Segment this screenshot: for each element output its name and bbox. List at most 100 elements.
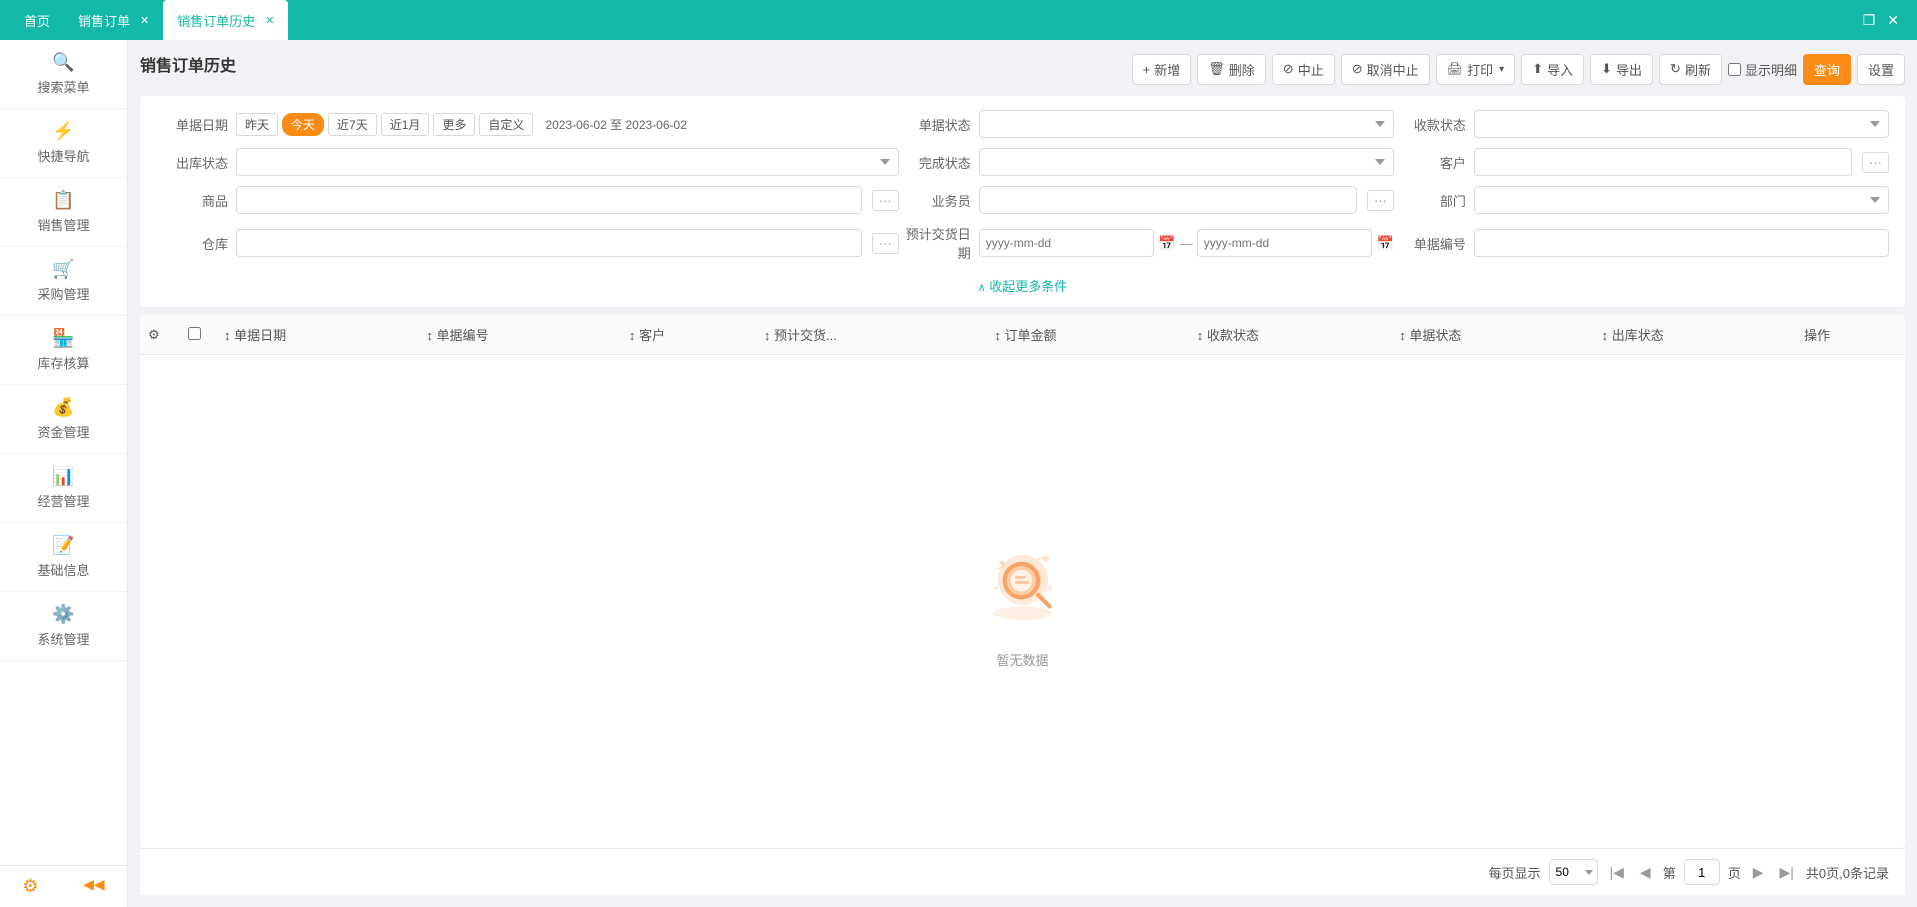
- tab-home[interactable]: 首页: [10, 0, 64, 40]
- last1month-btn[interactable]: 近1月: [381, 113, 430, 136]
- show-detail-checkbox[interactable]: 显示明细: [1728, 60, 1797, 79]
- complete-status-label: 完成状态: [899, 153, 979, 172]
- salesperson-label: 业务员: [899, 191, 979, 210]
- customer-ellipsis[interactable]: ···: [1862, 152, 1889, 173]
- th-checkbox[interactable]: [180, 315, 216, 355]
- settings-gear-icon[interactable]: ⚙: [148, 327, 160, 342]
- product-ellipsis[interactable]: ···: [872, 190, 899, 211]
- tab-sales-order-history[interactable]: 销售订单历史 ✕: [163, 0, 288, 40]
- table-area: ⚙ ↕ 单据日期 ↕ 单据编号: [140, 315, 1905, 848]
- total-text: 共0页,0条记录: [1806, 863, 1889, 882]
- order-status-control: [979, 110, 1394, 138]
- next-page-btn[interactable]: ▶: [1749, 864, 1768, 881]
- cancel-stop-icon: ⊘: [1352, 61, 1363, 77]
- basic-info-icon: 📝: [52, 535, 74, 556]
- query-button[interactable]: 查询: [1803, 54, 1851, 85]
- order-status-select[interactable]: [979, 110, 1394, 138]
- sidebar-item-sales-label: 销售管理: [37, 215, 89, 234]
- department-control: [1474, 186, 1889, 214]
- today-btn[interactable]: 今天: [282, 113, 324, 136]
- warehouse-input[interactable]: [236, 229, 862, 257]
- sidebar-item-system[interactable]: ⚙️ 系统管理: [0, 592, 127, 661]
- select-all-checkbox[interactable]: [188, 327, 201, 340]
- window-close-icon[interactable]: ✕: [1887, 12, 1899, 29]
- sidebar-item-search-menu[interactable]: 🔍 搜索菜单: [0, 40, 127, 109]
- top-bar: 首页 销售订单 ✕ 销售订单历史 ✕ ❐ ✕: [0, 0, 1917, 40]
- tab-sales-order[interactable]: 销售订单 ✕: [64, 0, 163, 40]
- calendar-to-icon[interactable]: 📅: [1376, 235, 1393, 252]
- stop-button[interactable]: ⊘ 中止: [1272, 54, 1335, 85]
- sidebar-item-system-label: 系统管理: [37, 629, 89, 648]
- calendar-from-icon[interactable]: 📅: [1158, 235, 1175, 252]
- cancel-stop-button[interactable]: ⊘ 取消中止: [1341, 54, 1430, 85]
- payment-status-control: [1474, 110, 1889, 138]
- new-icon: +: [1143, 62, 1151, 77]
- sidebar-item-finance[interactable]: 💰 资金管理: [0, 385, 127, 454]
- yesterday-btn[interactable]: 昨天: [236, 113, 278, 136]
- tab-sales-order-history-close[interactable]: ✕: [265, 14, 274, 27]
- filter-row-2: 出库状态 完成状态 客户 ···: [156, 148, 1889, 176]
- delete-button[interactable]: 🗑 删除: [1197, 54, 1266, 85]
- prev-page-btn[interactable]: ◀: [1636, 864, 1655, 881]
- main-layout: 🔍 搜索菜单 ⚡ 快捷导航 📋 销售管理 🛒 采购管理 🏪 库存核算 💰 资金管…: [0, 40, 1917, 907]
- import-icon: ⬆: [1532, 61, 1543, 77]
- product-input[interactable]: [236, 186, 862, 214]
- more-btn[interactable]: 更多: [433, 113, 475, 136]
- last7days-btn[interactable]: 近7天: [328, 113, 377, 136]
- date-btns: 昨天 今天 近7天 近1月 更多 自定义: [236, 113, 533, 136]
- settings-button[interactable]: 设置: [1857, 54, 1905, 85]
- new-button[interactable]: + 新增: [1132, 54, 1192, 85]
- order-no-input[interactable]: [1474, 229, 1889, 257]
- sidebar-item-operations[interactable]: 📊 经营管理: [0, 454, 127, 523]
- stop-icon: ⊘: [1283, 61, 1294, 77]
- first-page-btn[interactable]: |◀: [1606, 864, 1628, 881]
- complete-status-select[interactable]: [979, 148, 1394, 176]
- delete-icon: 🗑: [1208, 61, 1225, 77]
- sidebar-item-basic-info[interactable]: 📝 基础信息: [0, 523, 127, 592]
- export-button[interactable]: ⬇ 导出: [1590, 54, 1653, 85]
- toolbar: + 新增 🗑 删除 ⊘ 中止 ⊘ 取消中止 🖨 打印: [1132, 54, 1905, 85]
- refresh-button[interactable]: ↻ 刷新: [1659, 54, 1722, 85]
- sidebar-item-inventory[interactable]: 🏪 库存核算: [0, 316, 127, 385]
- last-page-btn[interactable]: ▶|: [1776, 864, 1798, 881]
- sidebar-settings-btn[interactable]: ⚙: [22, 876, 38, 897]
- warehouse-status-select[interactable]: [236, 148, 899, 176]
- th-expected-date: ↕ 预计交货...: [756, 315, 986, 355]
- salesperson-input[interactable]: [979, 186, 1357, 214]
- warehouse-status-label: 出库状态: [156, 153, 236, 172]
- customer-label: 客户: [1394, 153, 1474, 172]
- department-select[interactable]: [1474, 186, 1889, 214]
- salesperson-col: 业务员 ···: [899, 186, 1394, 214]
- tab-sales-order-close[interactable]: ✕: [140, 14, 149, 27]
- customer-input[interactable]: [1474, 148, 1852, 176]
- window-restore-icon[interactable]: ❐: [1863, 12, 1876, 29]
- show-detail-input[interactable]: [1728, 63, 1741, 76]
- import-button[interactable]: ⬆ 导入: [1521, 54, 1584, 85]
- collapse-row[interactable]: ∧ 收起更多条件: [156, 272, 1889, 303]
- warehouse-ellipsis[interactable]: ···: [872, 233, 899, 254]
- warehouse-status-control: [236, 148, 899, 176]
- page-input[interactable]: [1684, 859, 1720, 885]
- print-button[interactable]: 🖨 打印: [1436, 54, 1516, 85]
- th-order-status: ↕ 单据状态: [1391, 315, 1593, 355]
- quick-nav-icon: ⚡: [52, 121, 74, 142]
- th-actions: 操作: [1796, 315, 1905, 355]
- refresh-icon: ↻: [1670, 61, 1681, 77]
- header-toolbar-row: 销售订单历史 + 新增 🗑 删除 ⊘ 中止 ⊘ 取消中止: [140, 52, 1905, 86]
- sidebar-item-finance-label: 资金管理: [37, 422, 89, 441]
- order-status-col: 单据状态: [899, 110, 1394, 138]
- payment-status-select[interactable]: [1474, 110, 1889, 138]
- th-number: ↕ 单据编号: [418, 315, 620, 355]
- salesperson-ellipsis[interactable]: ···: [1367, 190, 1394, 211]
- expected-date-to[interactable]: [1197, 229, 1373, 257]
- th-settings[interactable]: ⚙: [140, 315, 180, 355]
- page-size-select[interactable]: 10 20 50 100: [1549, 859, 1598, 885]
- sidebar-item-quick-nav[interactable]: ⚡ 快捷导航: [0, 109, 127, 178]
- order-no-control: [1474, 229, 1889, 257]
- expected-date-from[interactable]: [979, 229, 1155, 257]
- sidebar-item-inventory-label: 库存核算: [37, 353, 89, 372]
- sidebar-item-sales[interactable]: 📋 销售管理: [0, 178, 127, 247]
- sidebar-item-purchase[interactable]: 🛒 采购管理: [0, 247, 127, 316]
- sidebar-collapse-btn[interactable]: ◀◀: [83, 876, 105, 897]
- custom-btn[interactable]: 自定义: [479, 113, 533, 136]
